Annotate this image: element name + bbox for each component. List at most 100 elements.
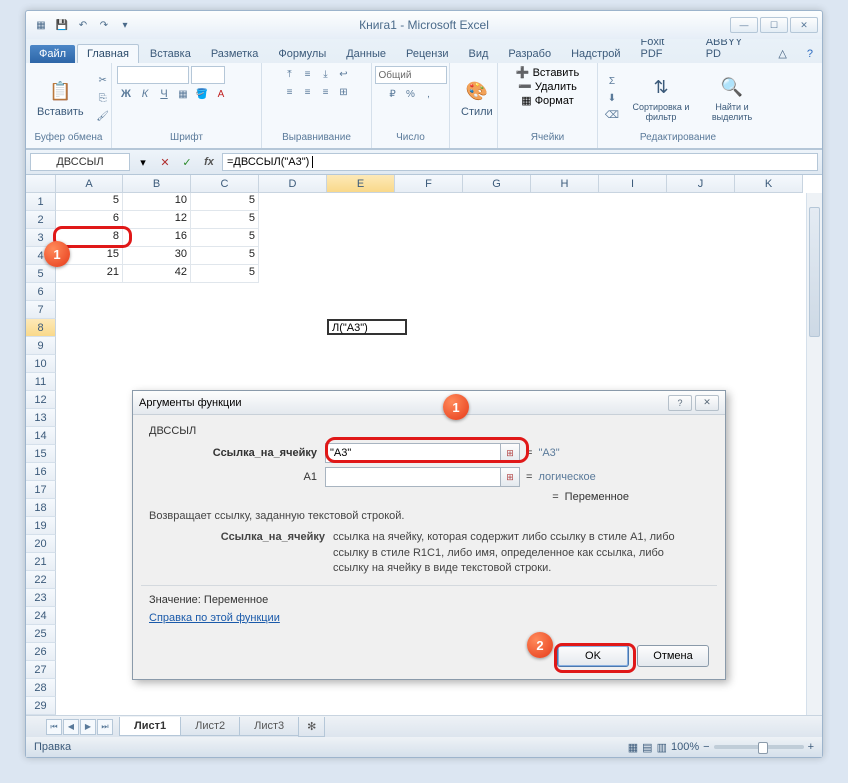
cancel-button[interactable]: Отмена: [637, 645, 709, 667]
cell-B1[interactable]: 10: [123, 193, 191, 211]
tab-addins[interactable]: Надстрой: [562, 45, 629, 63]
wrap-text-icon[interactable]: ↩: [335, 66, 353, 82]
sort-filter-button[interactable]: ⇅Сортировка и фильтр: [625, 72, 697, 124]
arg1-input[interactable]: [325, 443, 501, 463]
cell-B2[interactable]: 12: [123, 211, 191, 229]
autosum-icon[interactable]: Σ: [603, 73, 621, 89]
zoom-level[interactable]: 100%: [671, 741, 699, 753]
tab-data[interactable]: Данные: [337, 45, 395, 63]
zoom-slider[interactable]: [714, 745, 804, 749]
sheet-nav-last-icon[interactable]: ⏭: [97, 719, 113, 735]
formula-input[interactable]: =ДВССЫЛ("A3"): [222, 153, 818, 171]
qat-dropdown-icon[interactable]: ▾: [116, 16, 134, 34]
tab-formulas[interactable]: Формулы: [269, 45, 335, 63]
active-cell-e8[interactable]: Л("A3"): [327, 319, 407, 335]
view-break-icon[interactable]: ▥: [657, 741, 667, 754]
tab-dev[interactable]: Разрабо: [499, 45, 560, 63]
paste-button[interactable]: 📋 Вставить: [31, 76, 90, 120]
redo-icon[interactable]: ↷: [95, 16, 113, 34]
cancel-formula-icon[interactable]: ✕: [156, 153, 174, 171]
row-header-11[interactable]: 11: [26, 373, 56, 391]
find-select-button[interactable]: 🔍Найти и выделить: [701, 72, 763, 124]
row-header-8[interactable]: 8: [26, 319, 56, 337]
col-header-j[interactable]: J: [667, 175, 735, 193]
sheet-tab-2[interactable]: Лист2: [180, 717, 240, 736]
cell-A4[interactable]: 15: [56, 247, 123, 265]
border-icon[interactable]: ▦: [174, 86, 192, 102]
tab-insert[interactable]: Вставка: [141, 45, 200, 63]
row-header-13[interactable]: 13: [26, 409, 56, 427]
cell-C3[interactable]: 5: [191, 229, 259, 247]
italic-icon[interactable]: К: [136, 86, 154, 102]
col-header-c[interactable]: C: [191, 175, 259, 193]
sheet-tab-1[interactable]: Лист1: [119, 717, 181, 736]
row-header-23[interactable]: 23: [26, 589, 56, 607]
close-button[interactable]: ✕: [790, 17, 818, 33]
cell-A1[interactable]: 5: [56, 193, 123, 211]
cell-C2[interactable]: 5: [191, 211, 259, 229]
align-middle-icon[interactable]: ≡: [299, 66, 317, 82]
font-name[interactable]: [117, 66, 189, 84]
row-header-26[interactable]: 26: [26, 643, 56, 661]
cell-B3[interactable]: 16: [123, 229, 191, 247]
align-center-icon[interactable]: ≡: [299, 84, 317, 100]
row-header-14[interactable]: 14: [26, 427, 56, 445]
cell-C1[interactable]: 5: [191, 193, 259, 211]
function-help-link[interactable]: Справка по этой функции: [149, 612, 280, 624]
col-header-g[interactable]: G: [463, 175, 531, 193]
col-header-k[interactable]: K: [735, 175, 803, 193]
format-painter-icon[interactable]: 🖌: [94, 108, 112, 124]
row-header-3[interactable]: 3: [26, 229, 56, 247]
col-header-f[interactable]: F: [395, 175, 463, 193]
row-header-12[interactable]: 12: [26, 391, 56, 409]
bold-icon[interactable]: Ж: [117, 86, 135, 102]
col-header-h[interactable]: H: [531, 175, 599, 193]
scrollbar-thumb[interactable]: [809, 207, 820, 337]
cell-A2[interactable]: 6: [56, 211, 123, 229]
sheet-tab-3[interactable]: Лист3: [239, 717, 299, 736]
accept-formula-icon[interactable]: ✓: [178, 153, 196, 171]
fill-color-icon[interactable]: 🪣: [193, 86, 211, 102]
cells-format[interactable]: ▦ Формат: [521, 94, 574, 107]
tab-layout[interactable]: Разметка: [202, 45, 268, 63]
col-header-b[interactable]: B: [123, 175, 191, 193]
row-header-6[interactable]: 6: [26, 283, 56, 301]
select-all-corner[interactable]: [26, 175, 56, 193]
ribbon-minimize-icon[interactable]: △: [769, 44, 795, 63]
tab-home[interactable]: Главная: [77, 44, 139, 63]
row-header-1[interactable]: 1: [26, 193, 56, 211]
underline-icon[interactable]: Ч: [155, 86, 173, 102]
cell-B4[interactable]: 30: [123, 247, 191, 265]
copy-icon[interactable]: ⎘: [94, 90, 112, 106]
align-top-icon[interactable]: ⤒: [281, 66, 299, 82]
merge-icon[interactable]: ⊞: [335, 84, 353, 100]
cells-delete[interactable]: ➖ Удалить: [518, 80, 577, 93]
sheet-nav-next-icon[interactable]: ▶: [80, 719, 96, 735]
font-size[interactable]: [191, 66, 225, 84]
clear-icon[interactable]: ⌫: [603, 107, 621, 123]
row-header-5[interactable]: 5: [26, 265, 56, 283]
sheet-nav-first-icon[interactable]: ⏮: [46, 719, 62, 735]
sheet-tab-new-icon[interactable]: ✻: [298, 717, 325, 737]
cell-A3[interactable]: 8: [56, 229, 123, 247]
help-icon[interactable]: ?: [798, 45, 822, 63]
arg2-input[interactable]: [325, 467, 501, 487]
row-header-28[interactable]: 28: [26, 679, 56, 697]
sheet-nav-prev-icon[interactable]: ◀: [63, 719, 79, 735]
col-header-i[interactable]: I: [599, 175, 667, 193]
ok-button[interactable]: OK: [557, 645, 629, 667]
row-header-25[interactable]: 25: [26, 625, 56, 643]
fill-icon[interactable]: ⬇: [603, 90, 621, 106]
align-bottom-icon[interactable]: ⤓: [317, 66, 335, 82]
row-header-19[interactable]: 19: [26, 517, 56, 535]
row-header-9[interactable]: 9: [26, 337, 56, 355]
col-header-e[interactable]: E: [327, 175, 395, 193]
row-header-21[interactable]: 21: [26, 553, 56, 571]
tab-file[interactable]: Файл: [30, 45, 75, 63]
undo-icon[interactable]: ↶: [74, 16, 92, 34]
row-header-10[interactable]: 10: [26, 355, 56, 373]
zoom-out-icon[interactable]: −: [703, 741, 709, 753]
row-header-2[interactable]: 2: [26, 211, 56, 229]
view-normal-icon[interactable]: ▦: [628, 741, 638, 754]
align-left-icon[interactable]: ≡: [281, 84, 299, 100]
